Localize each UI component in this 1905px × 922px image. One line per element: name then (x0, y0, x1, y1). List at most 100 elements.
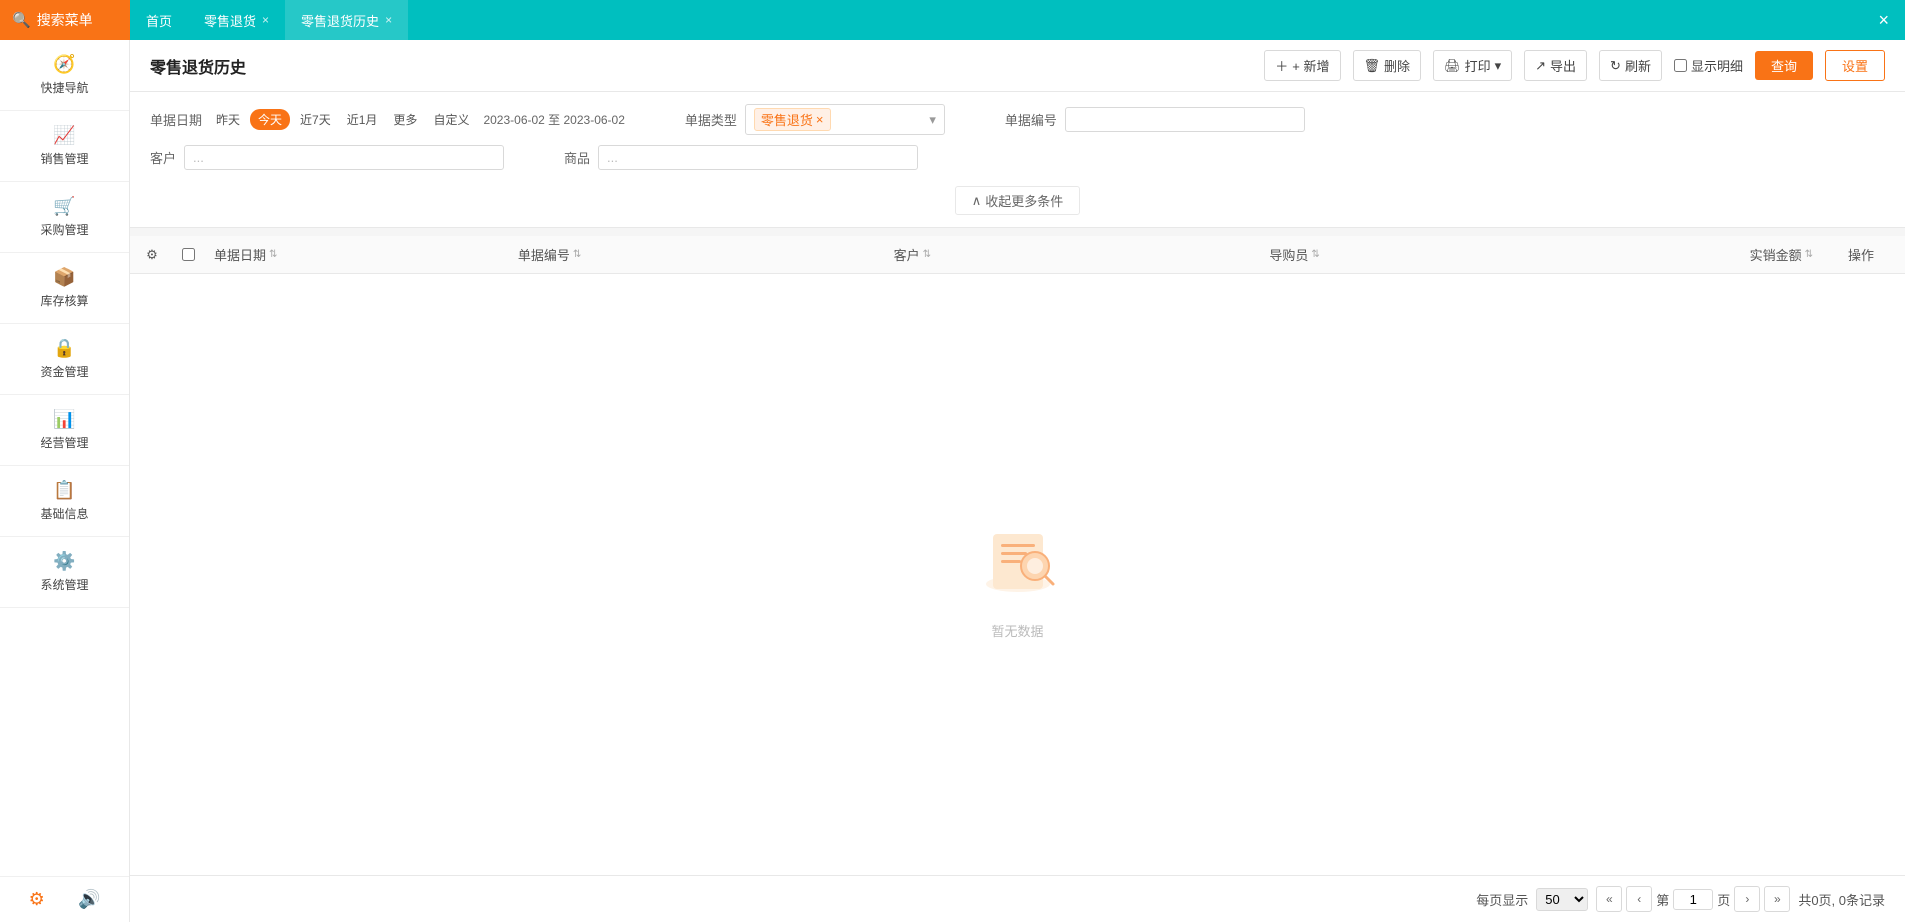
date-options: 昨天 今天 近7天 近1月 更多 自定义 (210, 109, 475, 130)
customer-filter: 客户 ... (150, 145, 504, 170)
tab-retail-return-history[interactable]: 零售退货历史 × (285, 0, 408, 40)
operations-icon: 📊 (53, 409, 75, 430)
pagination: 每页显示 50 10 20 100 « ‹ 第 页 › » 共0页, 0条记录 (130, 875, 1905, 922)
tab-retail-return-history-label: 零售退货历史 (301, 11, 379, 30)
sidebar-item-finance-label: 资金管理 (40, 363, 88, 380)
inventory-icon: 📦 (53, 267, 75, 288)
date-opt-today[interactable]: 今天 (250, 109, 290, 130)
next-page-button[interactable]: › (1734, 886, 1760, 912)
set-button[interactable]: 设置 (1825, 50, 1885, 81)
gear-icon[interactable]: ⚙ (29, 889, 45, 910)
type-filter: 单据类型 零售退货 × ▾ (685, 104, 945, 135)
number-input[interactable] (1065, 107, 1305, 132)
sidebar-item-sales-label: 销售管理 (40, 150, 88, 167)
tab-retail-return-history-close[interactable]: × (385, 13, 392, 27)
sidebar: 🧭 快捷导航 📈 销售管理 🛒 采购管理 📦 库存核算 🔒 资金管理 📊 经营管… (0, 40, 130, 922)
select-all-checkbox[interactable] (182, 248, 195, 261)
date-opt-7days[interactable]: 近7天 (294, 109, 337, 130)
page-size-select[interactable]: 50 10 20 100 (1536, 888, 1588, 911)
page-input[interactable] (1673, 889, 1713, 910)
page-header: 零售退货历史 ＋ + 新增 🗑 删除 🖨 打印 ▾ ↗ 导出 (130, 40, 1905, 92)
prev-page-button[interactable]: ‹ (1626, 886, 1652, 912)
tab-retail-return-close[interactable]: × (262, 13, 269, 27)
date-label: 单据日期 (150, 110, 202, 129)
volume-icon[interactable]: 🔊 (78, 889, 100, 910)
export-icon: ↗ (1535, 58, 1546, 74)
top-bar: 🔍 搜索菜单 首页 零售退货 × 零售退货历史 × × (0, 0, 1905, 40)
sort-amount-icon: ⇅ (1805, 249, 1813, 260)
tabs-container: 首页 零售退货 × 零售退货历史 × (130, 0, 1862, 40)
search-area[interactable]: 🔍 搜索菜单 (0, 0, 130, 40)
th-settings[interactable]: ⚙ (134, 247, 170, 263)
search-icon: 🔍 (12, 11, 31, 29)
filter-area: 单据日期 昨天 今天 近7天 近1月 更多 自定义 2023-06-02 至 2… (130, 92, 1905, 228)
goods-input[interactable]: ... (598, 145, 918, 170)
page-title: 零售退货历史 (150, 54, 246, 78)
refresh-button[interactable]: ↻ 刷新 (1599, 50, 1662, 81)
first-page-button[interactable]: « (1596, 886, 1622, 912)
print-button[interactable]: 🖨 打印 ▾ (1433, 50, 1512, 81)
date-opt-more[interactable]: 更多 (387, 109, 423, 130)
tab-retail-return[interactable]: 零售退货 × (188, 0, 285, 40)
th-amount[interactable]: 实销金额 ⇅ (1565, 245, 1821, 264)
date-opt-1month[interactable]: 近1月 (341, 109, 384, 130)
show-detail-label: 显示明细 (1674, 56, 1743, 75)
th-guide[interactable]: 导购员 ⇅ (1261, 245, 1565, 264)
quick-nav-icon: 🧭 (53, 54, 75, 75)
date-opt-custom[interactable]: 自定义 (427, 109, 475, 130)
sidebar-item-operations[interactable]: 📊 经营管理 (0, 395, 129, 466)
sidebar-item-system-mgmt[interactable]: ⚙️ 系统管理 (0, 537, 129, 608)
goods-label: 商品 (564, 148, 590, 167)
main-layout: 🧭 快捷导航 📈 销售管理 🛒 采购管理 📦 库存核算 🔒 资金管理 📊 经营管… (0, 40, 1905, 922)
purchase-mgmt-icon: 🛒 (53, 196, 75, 217)
number-label: 单据编号 (1005, 110, 1057, 129)
sidebar-item-base-info[interactable]: 📋 基础信息 (0, 466, 129, 537)
sidebar-item-base-info-label: 基础信息 (40, 505, 88, 522)
print-chevron: ▾ (1495, 58, 1502, 74)
table-header: ⚙ 单据日期 ⇅ 单据编号 ⇅ 客户 ⇅ 导购员 (130, 236, 1905, 274)
empty-icon (968, 509, 1068, 609)
th-checkbox[interactable] (170, 248, 206, 261)
new-button[interactable]: ＋ + 新增 (1264, 50, 1340, 81)
filter-row-1: 单据日期 昨天 今天 近7天 近1月 更多 自定义 2023-06-02 至 2… (150, 104, 1885, 135)
last-page-button[interactable]: » (1764, 886, 1790, 912)
filter-row-2: 客户 ... 商品 ... (150, 145, 1885, 170)
th-no[interactable]: 单据编号 ⇅ (510, 245, 886, 264)
show-detail-checkbox[interactable] (1674, 59, 1687, 72)
customer-input[interactable]: ... (184, 145, 504, 170)
sort-guide-icon: ⇅ (1311, 249, 1319, 260)
window-close-button[interactable]: × (1862, 10, 1905, 31)
collapse-icon: ∧ (972, 193, 982, 209)
total-info: 共0页, 0条记录 (1798, 890, 1885, 909)
sidebar-item-sales-mgmt[interactable]: 📈 销售管理 (0, 111, 129, 182)
sidebar-item-system-label: 系统管理 (40, 576, 88, 593)
page-nav: « ‹ 第 页 › » (1596, 886, 1790, 912)
search-label: 搜索菜单 (37, 10, 93, 30)
delete-button[interactable]: 🗑 删除 (1353, 50, 1422, 81)
finance-icon: 🔒 (53, 338, 75, 359)
sidebar-item-inventory[interactable]: 📦 库存核算 (0, 253, 129, 324)
tab-retail-return-label: 零售退货 (204, 11, 256, 30)
type-tag-remove[interactable]: × (816, 112, 824, 127)
export-button[interactable]: ↗ 导出 (1524, 50, 1587, 81)
page-suffix: 页 (1717, 890, 1730, 909)
sidebar-item-finance[interactable]: 🔒 资金管理 (0, 324, 129, 395)
th-date[interactable]: 单据日期 ⇅ (206, 245, 510, 264)
query-button[interactable]: 查询 (1755, 51, 1813, 80)
tab-home-label: 首页 (146, 11, 172, 30)
header-actions: ＋ + 新增 🗑 删除 🖨 打印 ▾ ↗ 导出 ↻ (1264, 50, 1885, 81)
date-opt-yesterday[interactable]: 昨天 (210, 109, 246, 130)
sidebar-bottom: ⚙ 🔊 (0, 876, 129, 922)
date-range: 2023-06-02 至 2023-06-02 (483, 111, 624, 128)
per-page-label: 每页显示 (1476, 890, 1528, 909)
tab-home[interactable]: 首页 (130, 0, 188, 40)
collapse-button[interactable]: ∧ 收起更多条件 (955, 186, 1081, 215)
sidebar-item-quick-nav[interactable]: 🧭 快捷导航 (0, 40, 129, 111)
sidebar-item-quick-nav-label: 快捷导航 (40, 79, 88, 96)
th-customer[interactable]: 客户 ⇅ (886, 245, 1262, 264)
th-action: 操作 (1821, 245, 1901, 264)
main-content: 零售退货历史 ＋ + 新增 🗑 删除 🖨 打印 ▾ ↗ 导出 (130, 40, 1905, 922)
sidebar-item-purchase-mgmt[interactable]: 🛒 采购管理 (0, 182, 129, 253)
type-select[interactable]: 零售退货 × ▾ (745, 104, 945, 135)
settings-icon: ⚙ (146, 247, 158, 263)
